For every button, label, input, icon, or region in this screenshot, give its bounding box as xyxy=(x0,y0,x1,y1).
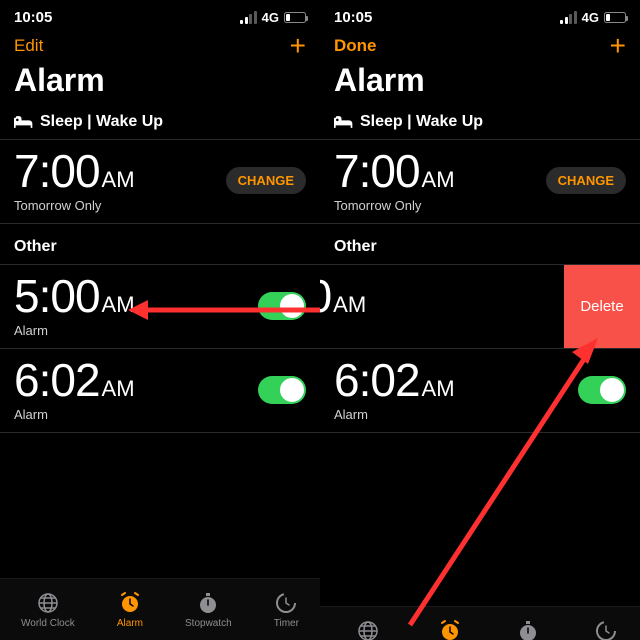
status-bar: 10:05 4G xyxy=(320,0,640,28)
battery-fill xyxy=(606,14,610,21)
alarm-toggle[interactable] xyxy=(258,292,306,320)
tab-bar: World Clock Alarm Stopwatch Timer xyxy=(0,578,320,640)
network-label: 4G xyxy=(582,10,599,25)
sleep-alarm-row[interactable]: 7:00AM Tomorrow Only CHANGE xyxy=(320,139,640,224)
other-section-header: Other xyxy=(0,224,320,264)
alarm-label: Alarm xyxy=(14,323,135,338)
battery-fill xyxy=(286,14,290,21)
tab-alarm[interactable]: Alarm xyxy=(437,619,463,640)
battery-icon xyxy=(604,12,626,23)
status-time: 10:05 xyxy=(14,9,52,26)
battery-icon xyxy=(284,12,306,23)
stopwatch-icon xyxy=(516,619,540,640)
sleep-time: 7:00AM xyxy=(334,148,455,194)
tab-timer[interactable]: Timer xyxy=(594,619,619,640)
alarm-label: Alarm xyxy=(14,407,135,422)
bed-icon xyxy=(334,115,354,129)
timer-icon xyxy=(274,591,298,615)
sleep-section-header: Sleep | Wake Up xyxy=(320,113,640,139)
alarm-time: 5:00AM xyxy=(14,273,135,319)
status-right: 4G xyxy=(560,10,626,25)
sleep-alarm-row[interactable]: 7:00AM Tomorrow Only CHANGE xyxy=(0,139,320,224)
sleep-header-label: Sleep | Wake Up xyxy=(40,113,163,131)
globe-icon xyxy=(356,619,380,640)
tab-world-clock[interactable]: World Clock xyxy=(341,619,395,640)
alarm-icon xyxy=(118,591,142,615)
alarm-label: Alarm xyxy=(320,323,366,338)
delete-button[interactable]: Delete xyxy=(564,265,640,348)
alarm-toggle[interactable] xyxy=(578,376,626,404)
sleep-header-label: Sleep | Wake Up xyxy=(360,113,483,131)
sleep-subtitle: Tomorrow Only xyxy=(334,198,455,213)
other-section-header: Other xyxy=(320,224,640,264)
sleep-subtitle: Tomorrow Only xyxy=(14,198,135,213)
nav-row: Done + xyxy=(320,28,640,60)
add-alarm-button[interactable]: + xyxy=(610,36,626,56)
alarm-toggle[interactable] xyxy=(258,376,306,404)
tab-timer[interactable]: Timer xyxy=(274,591,299,629)
alarm-time: 6:02AM xyxy=(334,357,455,403)
status-right: 4G xyxy=(240,10,306,25)
alarm-row-swiped[interactable]: 00AM Alarm Delete xyxy=(320,264,640,349)
timer-icon xyxy=(594,619,618,640)
alarm-row[interactable]: 6:02AM Alarm xyxy=(320,349,640,433)
phone-right: 10:05 4G Done + Alarm Sleep | Wake Up 7:… xyxy=(320,0,640,640)
alarm-row[interactable]: 6:02AM Alarm xyxy=(0,349,320,433)
stopwatch-icon xyxy=(196,591,220,615)
tab-stopwatch[interactable]: Stopwatch xyxy=(505,619,552,640)
alarm-row[interactable]: 5:00AM Alarm xyxy=(0,264,320,349)
change-button[interactable]: CHANGE xyxy=(546,167,626,194)
tab-stopwatch[interactable]: Stopwatch xyxy=(185,591,232,629)
page-title: Alarm xyxy=(320,60,640,113)
add-alarm-button[interactable]: + xyxy=(290,36,306,56)
status-time: 10:05 xyxy=(334,9,372,26)
change-button[interactable]: CHANGE xyxy=(226,167,306,194)
tab-bar: World Clock Alarm Stopwatch Timer xyxy=(320,606,640,640)
globe-icon xyxy=(36,591,60,615)
tab-world-clock[interactable]: World Clock xyxy=(21,591,75,629)
edit-button[interactable]: Edit xyxy=(14,36,43,56)
sleep-section-header: Sleep | Wake Up xyxy=(0,113,320,139)
network-label: 4G xyxy=(262,10,279,25)
alarm-time: 00AM xyxy=(320,273,366,319)
done-button[interactable]: Done xyxy=(334,36,377,56)
alarm-icon xyxy=(438,619,462,640)
status-bar: 10:05 4G xyxy=(0,0,320,28)
bed-icon xyxy=(14,115,34,129)
sleep-time: 7:00AM xyxy=(14,148,135,194)
phone-left: 10:05 4G Edit + Alarm Sleep | Wake Up 7:… xyxy=(0,0,320,640)
tab-alarm[interactable]: Alarm xyxy=(117,591,143,629)
page-title: Alarm xyxy=(0,60,320,113)
signal-icon xyxy=(560,11,577,24)
signal-icon xyxy=(240,11,257,24)
alarm-time: 6:02AM xyxy=(14,357,135,403)
nav-row: Edit + xyxy=(0,28,320,60)
alarm-label: Alarm xyxy=(334,407,455,422)
